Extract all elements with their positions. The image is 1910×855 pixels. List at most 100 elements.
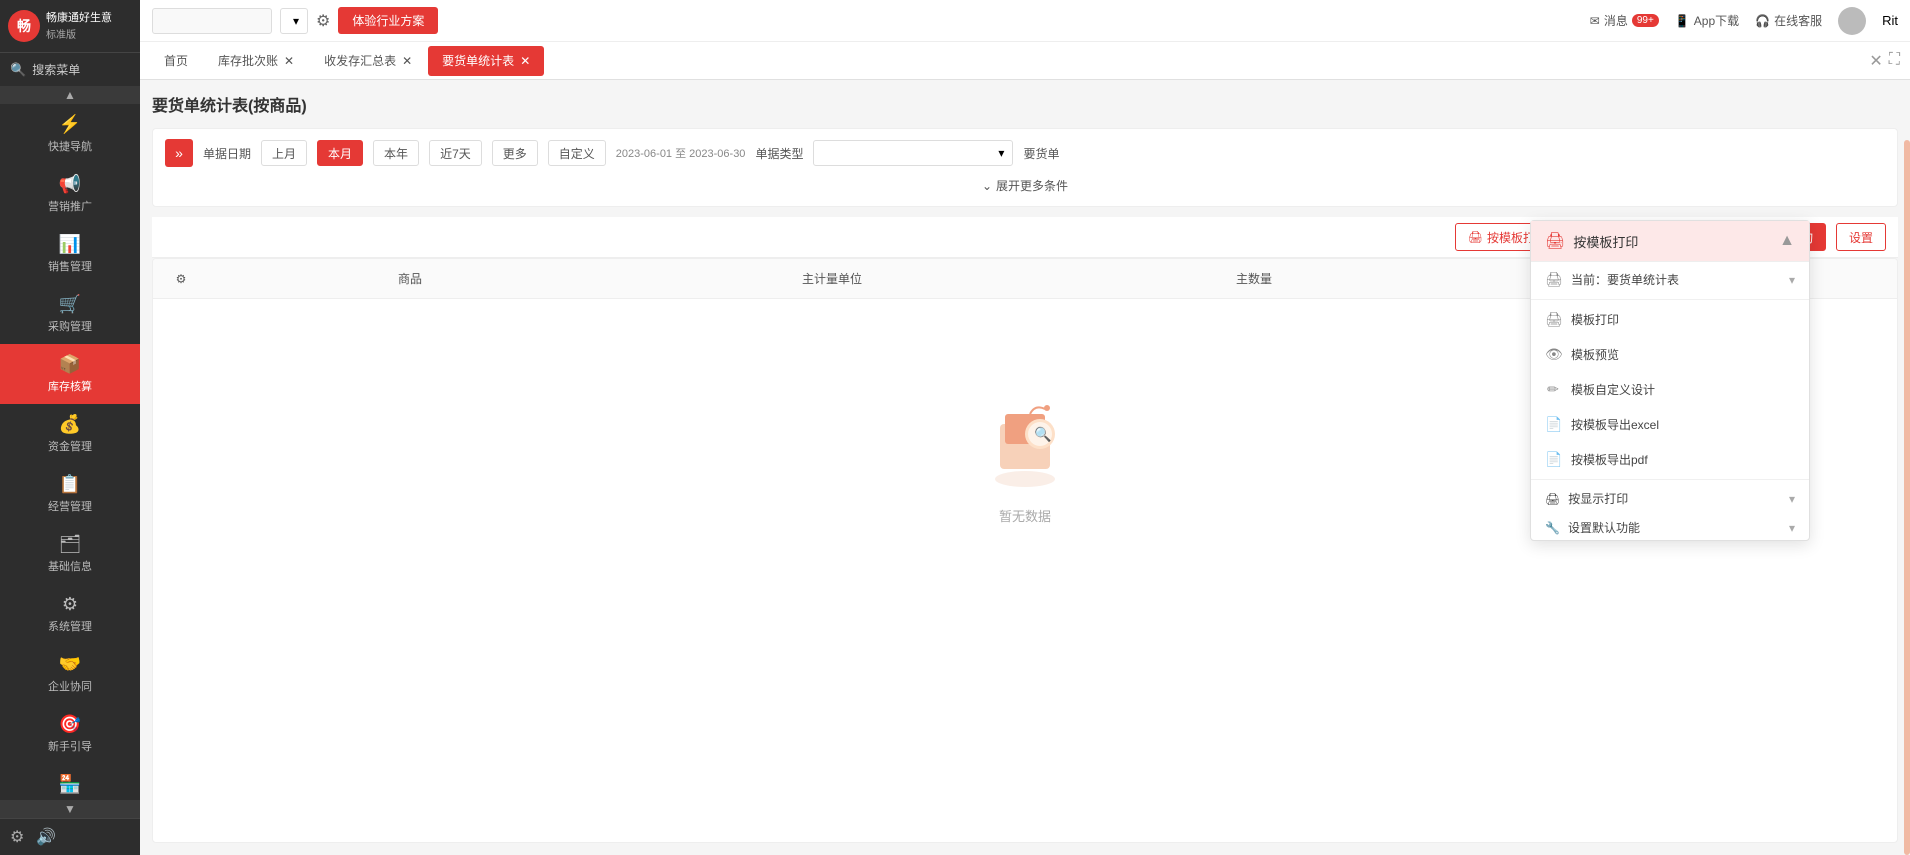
dropdown-display-print[interactable]: 🖨 按显示打印 ▾ <box>1531 482 1809 511</box>
sidebar-item-collab[interactable]: 🤝 企业协同 <box>0 644 140 704</box>
dropdown-current-item[interactable]: 🖨 当前：要货单统计表 ▾ <box>1531 262 1809 297</box>
empty-text: 暂无数据 <box>999 506 1051 525</box>
dropdown-default-function[interactable]: 🔧 设置默认功能 ▾ <box>1531 511 1809 540</box>
settings-btn[interactable]: 设置 <box>1836 223 1886 251</box>
dropdown-template-pdf[interactable]: 📄 按模板导出pdf <box>1531 442 1809 477</box>
logo-text: 畅康通好生意 标准版 <box>46 11 112 41</box>
dropdown-close-btn[interactable]: ▲ <box>1779 232 1795 250</box>
dropdown-default-arrow: ▾ <box>1789 521 1795 535</box>
sidebar-item-system[interactable]: ⚙ 系统管理 <box>0 584 140 644</box>
topbar-dropdown-chevron-icon: ▾ <box>293 14 299 28</box>
sidebar-item-quick-nav[interactable]: ⚡ 快捷导航 <box>0 104 140 164</box>
dropdown-current-icon: 🖨 <box>1545 271 1561 288</box>
sidebar-item-label: 快捷导航 <box>48 138 92 154</box>
dropdown-template-print[interactable]: 🖨 模板打印 <box>1531 302 1809 337</box>
sidebar-item-label: 库存核算 <box>48 378 92 394</box>
tab-order-stats[interactable]: 要货单统计表 ✕ <box>428 46 544 76</box>
dropdown-display-arrow: ▾ <box>1789 492 1795 506</box>
filter-date-more[interactable]: 更多 <box>492 140 538 166</box>
svg-text:🔍: 🔍 <box>1034 425 1051 443</box>
system-icon: ⚙ <box>62 594 78 615</box>
dropdown-template-print-label: 模板打印 <box>1571 311 1619 328</box>
sidebar-search[interactable]: 🔍 搜索菜单 <box>0 53 140 86</box>
sidebar-item-appstore[interactable]: 🏪 应用中心 <box>0 764 140 800</box>
sidebar-scroll-down[interactable]: ▼ <box>0 800 140 818</box>
dropdown-template-excel-label: 按模板导出excel <box>1571 416 1659 433</box>
sidebar-item-inventory[interactable]: 📦 库存核算 <box>0 344 140 404</box>
tab-expand[interactable]: ⛶ <box>1889 51 1900 71</box>
username-label: Rit <box>1882 13 1898 28</box>
dropdown-template-print-icon: 🖨 <box>1545 311 1561 328</box>
sidebar-item-basic[interactable]: 🗂 基础信息 <box>0 524 140 584</box>
main-area: ▾ ⚙ 体验行业方案 ✉ 消息 99+ 📱 App下载 🎧 在线客服 Rit 首… <box>140 0 1910 855</box>
resize-handle[interactable] <box>1904 140 1910 855</box>
sidebar-item-sales[interactable]: 📊 销售管理 <box>0 224 140 284</box>
sidebar-item-label: 基础信息 <box>48 558 92 574</box>
settings-bottom-btn[interactable]: ⚙ <box>10 827 24 847</box>
tab-home[interactable]: 首页 <box>150 46 202 76</box>
filter-date-7days[interactable]: 近7天 <box>429 140 482 166</box>
sidebar-item-marketing[interactable]: 📢 营销推广 <box>0 164 140 224</box>
sidebar-item-operations[interactable]: 📋 经营管理 <box>0 464 140 524</box>
topbar-search-input[interactable] <box>152 8 272 34</box>
tab-order-stats-close[interactable]: ✕ <box>520 54 530 68</box>
dropdown-template-excel[interactable]: 📄 按模板导出excel <box>1531 407 1809 442</box>
dropdown-template-preview-icon: 👁 <box>1545 346 1561 363</box>
sidebar: 畅 畅康通好生意 标准版 🔍 搜索菜单 ▲ ⚡ 快捷导航 📢 营销推广 📊 销售… <box>0 0 140 855</box>
topbar-gear-icon[interactable]: ⚙ <box>316 11 330 31</box>
filter-date-range: 2023-06-01 至 2023-06-30 <box>616 145 746 161</box>
filter-toggle-btn[interactable]: » <box>165 139 193 167</box>
dropdown-template-preview[interactable]: 👁 模板预览 <box>1531 337 1809 372</box>
basic-icon: 🗂 <box>59 534 82 555</box>
topbar-dropdown[interactable]: ▾ <box>280 8 308 34</box>
audio-bottom-btn[interactable]: 🔊 <box>36 827 56 847</box>
tab-order-stats-label: 要货单统计表 <box>442 52 514 69</box>
tab-close-all[interactable]: ✕ <box>1869 51 1882 71</box>
messages-btn[interactable]: ✉ 消息 99+ <box>1590 12 1659 29</box>
message-icon: ✉ <box>1590 14 1600 28</box>
dropdown-title: 按模板打印 <box>1573 232 1638 251</box>
avatar[interactable] <box>1838 7 1866 35</box>
filter-date-this-year[interactable]: 本年 <box>373 140 419 166</box>
content-area: 要货单统计表(按商品) » 单据日期 上月 本月 本年 近7天 更多 自定义 2… <box>140 80 1910 855</box>
sidebar-item-finance[interactable]: 💰 资金管理 <box>0 404 140 464</box>
topbar-right: ✉ 消息 99+ 📱 App下载 🎧 在线客服 Rit <box>1590 7 1898 35</box>
col-unit: 主计量单位 <box>621 270 1043 287</box>
marketing-icon: 📢 <box>59 174 81 195</box>
tab-collection-summary-label: 收发存汇总表 <box>324 52 396 69</box>
appstore-icon: 🏪 <box>59 774 81 795</box>
sidebar-item-label: 新手引导 <box>48 738 92 754</box>
tab-home-label: 首页 <box>164 52 188 69</box>
service-icon: 🎧 <box>1755 14 1770 28</box>
filter-date-custom[interactable]: 自定义 <box>548 140 606 166</box>
sidebar-item-purchase[interactable]: 🛒 采购管理 <box>0 284 140 344</box>
printer-icon: 🖨 <box>1468 230 1483 244</box>
dropdown-current-label: 当前：要货单统计表 <box>1571 271 1679 288</box>
tab-collection-summary-close[interactable]: ✕ <box>402 54 412 68</box>
dropdown-template-excel-icon: 📄 <box>1545 416 1561 433</box>
tab-inventory-batch[interactable]: 库存批次账 ✕ <box>204 46 308 76</box>
filter-date-prev-month[interactable]: 上月 <box>261 140 307 166</box>
expand-chevron-icon: ⌄ <box>982 179 992 193</box>
sidebar-item-label: 企业协同 <box>48 678 92 694</box>
experience-btn[interactable]: 体验行业方案 <box>338 7 438 34</box>
filter-type-select[interactable]: ▾ <box>813 140 1013 166</box>
tab-inventory-batch-close[interactable]: ✕ <box>284 54 294 68</box>
app-download-btn[interactable]: 📱 App下载 <box>1675 12 1739 29</box>
online-service-btn[interactable]: 🎧 在线客服 <box>1755 12 1822 29</box>
expand-more-btn[interactable]: ⌄ 展开更多条件 <box>974 175 1076 196</box>
dropdown-template-custom[interactable]: ✏ 模板自定义设计 <box>1531 372 1809 407</box>
sidebar-scroll-up[interactable]: ▲ <box>0 86 140 104</box>
col-gear[interactable]: ⚙ <box>163 272 199 286</box>
filter-date-this-month[interactable]: 本月 <box>317 140 363 166</box>
filter-row: » 单据日期 上月 本月 本年 近7天 更多 自定义 2023-06-01 至 … <box>165 139 1885 167</box>
dropdown-display-print-label: 按显示打印 <box>1568 490 1628 507</box>
dropdown-template-preview-label: 模板预览 <box>1571 346 1619 363</box>
dropdown-template-custom-label: 模板自定义设计 <box>1571 381 1655 398</box>
download-icon: 📱 <box>1675 14 1690 28</box>
search-icon: 🔍 <box>10 62 26 78</box>
sidebar-item-newbie[interactable]: 🎯 新手引导 <box>0 704 140 764</box>
dropdown-printer-icon: 🖨 <box>1545 231 1565 251</box>
tab-collection-summary[interactable]: 收发存汇总表 ✕ <box>310 46 426 76</box>
inventory-icon: 📦 <box>59 354 81 375</box>
